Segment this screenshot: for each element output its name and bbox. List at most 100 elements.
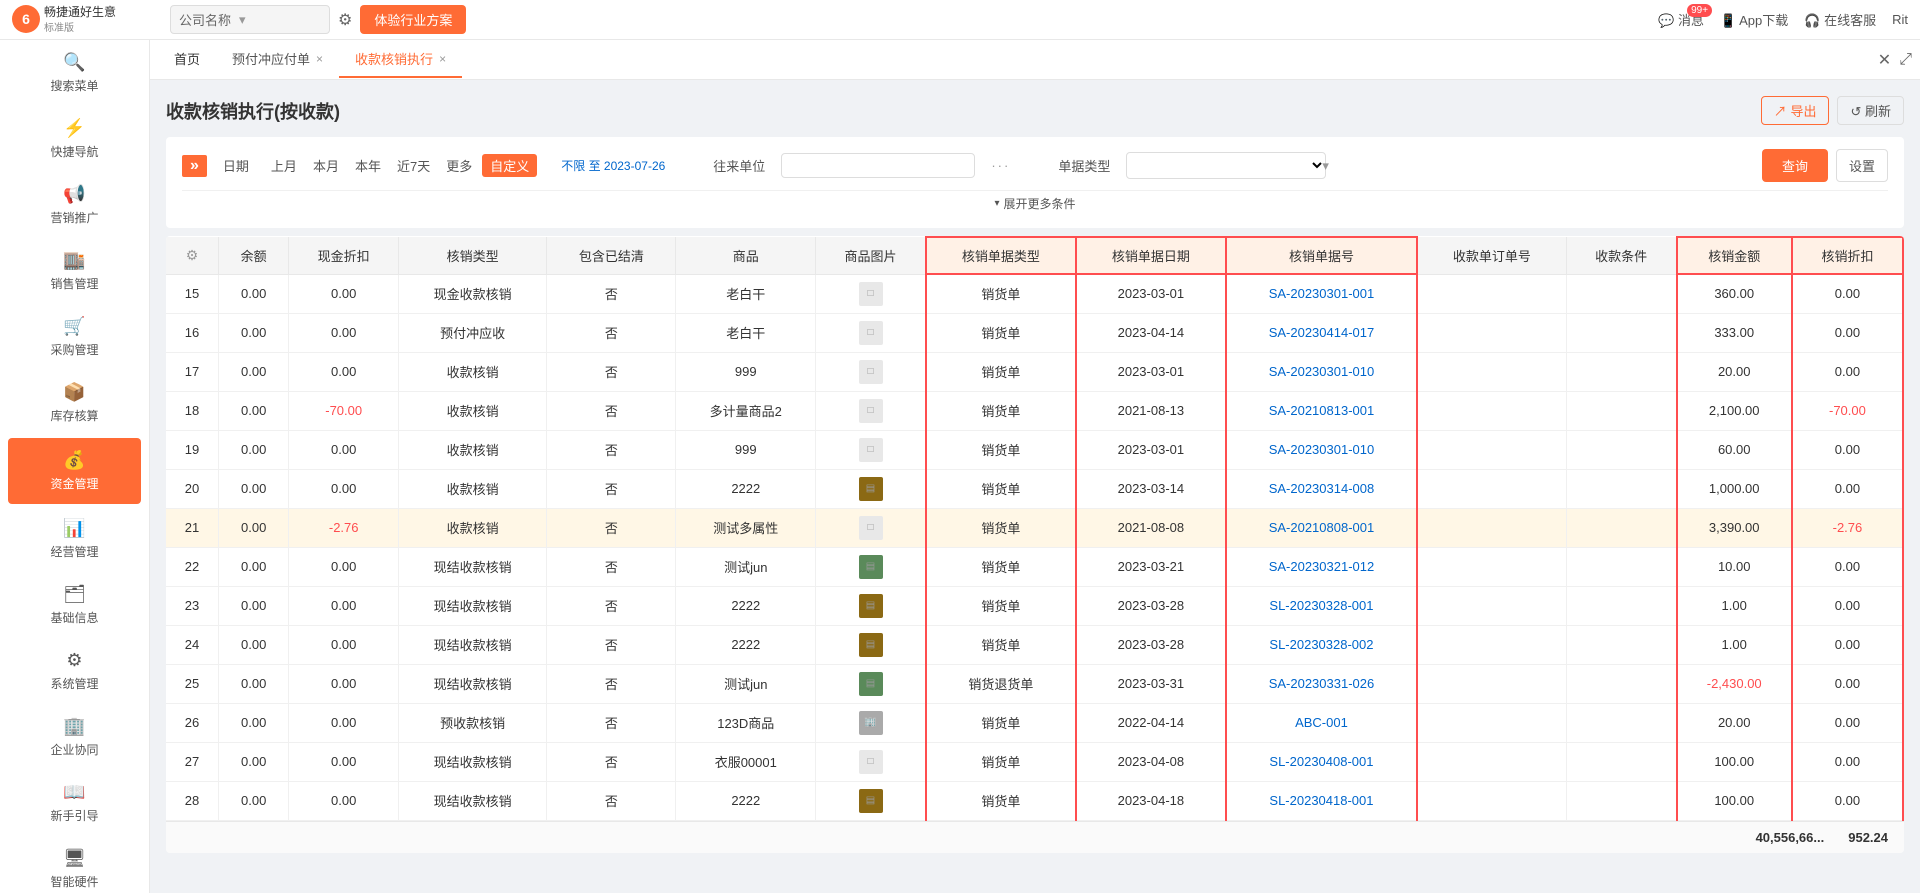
th-product: 商品: [676, 237, 816, 274]
tab-close-prepay[interactable]: ×: [316, 52, 323, 66]
th-product-img: 商品图片: [816, 237, 926, 274]
folder-icon: 🗂: [63, 584, 86, 605]
td-doc-num: SA-20210813-001: [1226, 391, 1417, 430]
company-selector[interactable]: 公司名称 ▾: [170, 5, 330, 34]
table-row: 22 0.00 0.00 现结收款核销 否 测试jun ▤ 销货单 2023-0…: [166, 547, 1903, 586]
expand-more-conditions[interactable]: ▾ 展开更多条件: [182, 190, 1888, 216]
sidebar-item-purchase[interactable]: 🛒 采购管理: [0, 304, 149, 370]
sidebar-item-hardware[interactable]: 🖥 智能硬件: [0, 836, 149, 893]
td-product: 测试多属性: [676, 508, 816, 547]
product-img: ▤: [859, 555, 883, 579]
tab-writeoff[interactable]: 收款核销执行 ×: [339, 41, 462, 78]
service-btn[interactable]: 🎧 在线客服: [1804, 10, 1876, 29]
settings-btn[interactable]: 设置: [1836, 149, 1888, 182]
app-download-btn[interactable]: 📱 App下载: [1720, 10, 1788, 29]
td-writeoff-amount: 60.00: [1677, 430, 1792, 469]
sidebar-item-basic[interactable]: 🗂 基础信息: [0, 572, 149, 638]
sidebar-item-finance[interactable]: 💰 资金管理: [8, 438, 141, 504]
tab-home[interactable]: 首页: [158, 41, 216, 78]
date-btn-more[interactable]: 更多: [440, 154, 478, 177]
td-balance: 0.00: [218, 430, 289, 469]
td-writeoff-discount: 0.00: [1792, 430, 1903, 469]
td-receipt-order: [1417, 781, 1566, 820]
tab-prepay[interactable]: 预付冲应付单 ×: [216, 41, 339, 78]
date-btn-custom[interactable]: 自定义: [482, 154, 537, 177]
user-area[interactable]: Rit: [1892, 12, 1908, 27]
td-include-settled: 否: [547, 625, 676, 664]
td-writeoff-type: 现结收款核销: [398, 625, 546, 664]
td-doc-date: 2023-03-28: [1076, 586, 1226, 625]
receipt-type-select[interactable]: [1126, 152, 1326, 179]
td-product-img: □: [816, 508, 926, 547]
sidebar-item-inventory[interactable]: 📦 库存核算: [0, 370, 149, 436]
footer-total-discount: 952.24: [1848, 830, 1888, 845]
td-writeoff-amount: 100.00: [1677, 781, 1792, 820]
sidebar-item-system[interactable]: ⚙ 系统管理: [0, 638, 149, 704]
industry-btn[interactable]: 体验行业方案: [360, 5, 466, 34]
td-doc-date: 2021-08-08: [1076, 508, 1226, 547]
chart-icon: 📊: [63, 518, 85, 539]
sidebar-item-business[interactable]: 📊 经营管理: [0, 506, 149, 572]
sidebar-item-marketing[interactable]: 📢 营销推广: [0, 172, 149, 238]
td-doc-date: 2023-03-01: [1076, 274, 1226, 313]
date-btn-this-month[interactable]: 本月: [307, 154, 345, 177]
td-product-img: □: [816, 742, 926, 781]
td-doc-type: 销货单: [926, 274, 1076, 313]
logo-icon: 6: [12, 5, 40, 33]
page-title: 收款核销执行(按收款): [166, 98, 340, 124]
th-doc-type: 核销单据类型: [926, 237, 1076, 274]
td-receipt-cond: [1566, 742, 1676, 781]
td-id: 20: [166, 469, 218, 508]
refresh-btn[interactable]: ↺ 刷新: [1837, 96, 1904, 125]
td-receipt-cond: [1566, 625, 1676, 664]
partner-input[interactable]: [781, 153, 975, 178]
export-icon: ↗: [1774, 104, 1787, 119]
product-img: □: [859, 750, 883, 774]
td-balance: 0.00: [218, 742, 289, 781]
export-btn[interactable]: ↗ 导出: [1761, 96, 1830, 125]
td-receipt-order: [1417, 391, 1566, 430]
td-writeoff-discount: 0.00: [1792, 781, 1903, 820]
lightning-icon: ⚡: [63, 118, 85, 139]
td-doc-num: SA-20230414-017: [1226, 313, 1417, 352]
td-writeoff-amount: 2,100.00: [1677, 391, 1792, 430]
td-include-settled: 否: [547, 508, 676, 547]
query-btn[interactable]: 查询: [1762, 149, 1828, 182]
td-include-settled: 否: [547, 352, 676, 391]
td-writeoff-type: 现结收款核销: [398, 547, 546, 586]
sidebar-item-guide[interactable]: 📖 新手引导: [0, 770, 149, 836]
td-product: 2222: [676, 469, 816, 508]
date-btn-7days[interactable]: 近7天: [391, 154, 436, 177]
td-doc-type: 销货单: [926, 703, 1076, 742]
sidebar-item-sales[interactable]: 🏬 销售管理: [0, 238, 149, 304]
td-doc-num: SL-20230418-001: [1226, 781, 1417, 820]
sidebar-item-shortcut[interactable]: ⚡ 快捷导航: [0, 106, 149, 172]
td-product-img: □: [816, 313, 926, 352]
td-writeoff-type: 现结收款核销: [398, 664, 546, 703]
date-btn-this-year[interactable]: 本年: [349, 154, 387, 177]
tab-maximize-btn[interactable]: ⤢: [1899, 51, 1912, 69]
th-doc-num: 核销单据号: [1226, 237, 1417, 274]
megaphone-icon: 📢: [63, 184, 85, 205]
filter-expand-btn[interactable]: »: [182, 155, 207, 177]
tab-close-writeoff[interactable]: ×: [439, 52, 446, 66]
logo-text: 畅捷通好生意: [44, 5, 116, 19]
th-cash-discount: 现金折扣: [289, 237, 398, 274]
td-cash-discount: 0.00: [289, 664, 398, 703]
gear-button[interactable]: ⚙: [338, 10, 352, 30]
th-settings[interactable]: ⚙: [166, 237, 218, 274]
td-writeoff-type: 现结收款核销: [398, 742, 546, 781]
td-include-settled: 否: [547, 391, 676, 430]
td-id: 15: [166, 274, 218, 313]
td-doc-date: 2023-04-18: [1076, 781, 1226, 820]
td-writeoff-type: 收款核销: [398, 469, 546, 508]
td-include-settled: 否: [547, 274, 676, 313]
tab-close-all-btn[interactable]: ✕: [1878, 50, 1891, 70]
sidebar-item-enterprise[interactable]: 🏢 企业协同: [0, 704, 149, 770]
td-product: 999: [676, 352, 816, 391]
message-btn[interactable]: 💬 99+ 消息: [1658, 10, 1704, 29]
date-btn-last-month[interactable]: 上月: [265, 154, 303, 177]
sidebar-item-search[interactable]: 🔍 搜索菜单: [0, 40, 149, 106]
td-id: 22: [166, 547, 218, 586]
chevron-down-icon: ▾: [994, 198, 999, 209]
